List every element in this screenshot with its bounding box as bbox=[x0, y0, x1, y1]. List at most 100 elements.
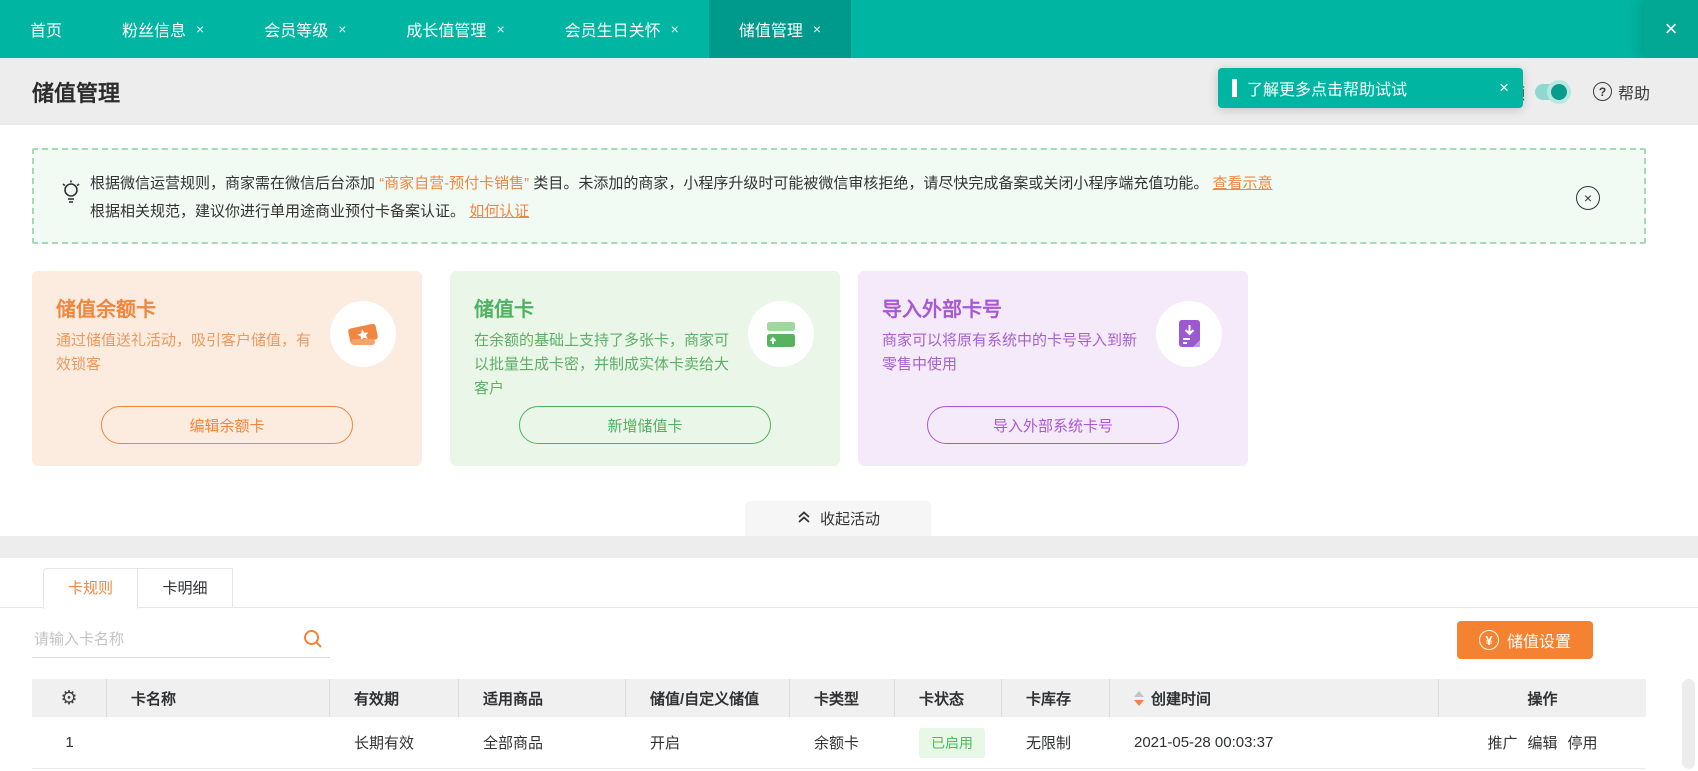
tooltip-close-icon[interactable]: × bbox=[1499, 78, 1509, 98]
table-scrollbar[interactable] bbox=[1682, 679, 1695, 769]
how-to-certify-link[interactable]: 如何认证 bbox=[469, 203, 529, 220]
chevron-double-up-icon bbox=[796, 510, 812, 528]
help-tooltip: 了解更多点击帮助试试 × bbox=[1218, 68, 1523, 108]
col-card-type: 卡类型 bbox=[790, 679, 895, 717]
sort-asc-icon bbox=[1134, 690, 1144, 697]
top-tab-bar: 首页 粉丝信息 × 会员等级 × 成长值管理 × 会员生日关怀 × 储值管理 ×… bbox=[0, 0, 1698, 58]
row-card-status: 已启用 bbox=[895, 717, 1002, 768]
lightbulb-icon bbox=[60, 180, 82, 211]
stored-value-card-panel: 储值卡 在余额的基础上支持了多张卡，商家可以批量生成卡密，并制成实体卡卖给大客户… bbox=[450, 271, 840, 466]
col-card-stock: 卡库存 bbox=[1002, 679, 1110, 717]
help-label: 帮助 bbox=[1617, 85, 1650, 103]
row-card-name bbox=[107, 717, 330, 768]
tab-card-details[interactable]: 卡明细 bbox=[138, 568, 233, 608]
col-created-time: 创建时间 bbox=[1110, 679, 1439, 717]
toggle-knob-icon bbox=[1546, 79, 1571, 104]
window-close-button[interactable]: × bbox=[1644, 0, 1698, 58]
card-title: 导入外部卡号 bbox=[882, 299, 1002, 321]
row-created-time: 2021-05-28 00:03:37 bbox=[1134, 734, 1274, 751]
tab-close-icon[interactable]: × bbox=[338, 21, 346, 37]
promote-action[interactable]: 推广 bbox=[1487, 732, 1517, 753]
nav-tab-label: 会员生日关怀 bbox=[564, 23, 661, 40]
row-validity: 长期有效 bbox=[354, 735, 415, 752]
edit-balance-card-button[interactable]: 编辑余额卡 bbox=[101, 406, 353, 444]
import-file-icon bbox=[1156, 301, 1222, 367]
nav-tab-label: 储值管理 bbox=[738, 23, 803, 40]
search-input[interactable] bbox=[32, 622, 330, 658]
stored-card-icon bbox=[748, 301, 814, 367]
view-example-link[interactable]: 查看示意 bbox=[1213, 175, 1273, 192]
collapse-label: 收起活动 bbox=[819, 511, 880, 528]
import-external-card-panel: 导入外部卡号 商家可以将原有系统中的卡号导入到新零售中使用 导入外部系统卡号 bbox=[858, 271, 1248, 466]
created-time-label: 创建时间 bbox=[1151, 690, 1212, 708]
tooltip-bar-icon bbox=[1232, 79, 1237, 97]
ticket-icon bbox=[330, 301, 396, 367]
notice-line2-pre: 根据相关规范，建议你进行单用途商业预付卡备案认证。 bbox=[90, 203, 466, 220]
import-external-card-button[interactable]: 导入外部系统卡号 bbox=[927, 406, 1179, 444]
collapse-activities-button[interactable]: 收起活动 bbox=[745, 501, 931, 536]
notice-category-highlight: “商家自营-预付卡销售” bbox=[379, 175, 530, 192]
card-description: 在余额的基础上支持了多张卡，商家可以批量生成卡密，并制成实体卡卖给大客户 bbox=[474, 332, 730, 397]
nav-tab-member-level[interactable]: 会员等级 × bbox=[234, 0, 376, 58]
edit-action[interactable]: 编辑 bbox=[1527, 732, 1557, 753]
card-title: 储值余额卡 bbox=[56, 299, 156, 321]
col-applicable-goods: 适用商品 bbox=[459, 679, 626, 717]
nav-tab-home[interactable]: 首页 bbox=[0, 0, 92, 58]
add-stored-card-button[interactable]: 新增储值卡 bbox=[519, 406, 771, 444]
video-toggle[interactable] bbox=[1534, 79, 1571, 104]
card-description: 通过储值送礼活动，吸引客户储值，有效锁客 bbox=[56, 332, 312, 373]
notice-close-icon[interactable]: × bbox=[1576, 186, 1600, 210]
notice-line1-pre: 根据微信运营规则，商家需在微信后台添加 bbox=[90, 175, 376, 192]
col-card-status: 卡状态 bbox=[895, 679, 1002, 717]
tab-close-icon[interactable]: × bbox=[196, 21, 204, 37]
col-stored-value: 储值/自定义储值 bbox=[626, 679, 790, 717]
nav-tab-growth-value[interactable]: 成长值管理 × bbox=[376, 0, 534, 58]
page-title: 储值管理 bbox=[32, 80, 121, 106]
row-applicable-goods: 全部商品 bbox=[483, 735, 544, 752]
table-row: 1 长期有效 全部商品 开启 余额卡 已启用 无限制 2021-05-28 00… bbox=[32, 717, 1646, 769]
tooltip-text: 了解更多点击帮助试试 bbox=[1247, 82, 1408, 99]
tab-close-icon[interactable]: × bbox=[813, 21, 821, 37]
sort-toggle-icon[interactable] bbox=[1134, 690, 1144, 706]
status-badge: 已启用 bbox=[919, 727, 985, 758]
row-card-stock: 无限制 bbox=[1026, 735, 1072, 752]
card-title: 储值卡 bbox=[474, 299, 534, 321]
nav-tab-stored-value[interactable]: 储值管理 × bbox=[708, 0, 852, 58]
row-stored-value: 开启 bbox=[650, 735, 681, 752]
tab-close-icon[interactable]: × bbox=[496, 21, 504, 37]
tab-close-icon[interactable]: × bbox=[671, 21, 679, 37]
nav-tab-label: 粉丝信息 bbox=[122, 23, 187, 40]
nav-tab-label: 首页 bbox=[30, 23, 63, 40]
row-actions: 推广 编辑 停用 bbox=[1439, 717, 1646, 768]
nav-tab-birthday-care[interactable]: 会员生日关怀 × bbox=[535, 0, 709, 58]
notice-line-1: 根据微信运营规则，商家需在微信后台添加 “商家自营-预付卡销售” 类目。未添加的… bbox=[90, 170, 1273, 198]
stored-value-settings-button[interactable]: ¥ 储值设置 bbox=[1457, 621, 1593, 659]
disable-action[interactable]: 停用 bbox=[1568, 732, 1598, 753]
balance-card-panel: 储值余额卡 通过储值送礼活动，吸引客户储值，有效锁客 编辑余额卡 bbox=[32, 271, 422, 466]
col-validity: 有效期 bbox=[330, 679, 459, 717]
sort-desc-icon bbox=[1134, 699, 1144, 706]
settings-button-label: 储值设置 bbox=[1506, 634, 1571, 651]
card-rules-table: ⚙ 卡名称 有效期 适用商品 储值/自定义储值 卡类型 卡状态 卡库存 创建时间… bbox=[32, 679, 1646, 769]
notice-text: 根据微信运营规则，商家需在微信后台添加 “商家自营-预付卡销售” 类目。未添加的… bbox=[90, 170, 1273, 226]
tab-card-rules[interactable]: 卡规则 bbox=[43, 568, 138, 609]
wechat-notice-banner: 根据微信运营规则，商家需在微信后台添加 “商家自营-预付卡销售” 类目。未添加的… bbox=[32, 148, 1646, 244]
panel-tabs: 卡规则 卡明细 bbox=[0, 568, 1698, 609]
search-icon[interactable] bbox=[302, 628, 324, 655]
help-button[interactable]: ? 帮助 bbox=[1592, 80, 1650, 104]
storage-management-page: 首页 粉丝信息 × 会员等级 × 成长值管理 × 会员生日关怀 × 储值管理 ×… bbox=[0, 0, 1698, 771]
nav-tab-label: 会员等级 bbox=[264, 23, 329, 40]
notice-line-2: 根据相关规范，建议你进行单用途商业预付卡备案认证。 如何认证 bbox=[90, 198, 1273, 226]
yen-circle-icon: ¥ bbox=[1478, 630, 1499, 650]
column-settings-gear-icon[interactable]: ⚙ bbox=[60, 687, 77, 710]
nav-tab-label: 成长值管理 bbox=[406, 23, 487, 40]
row-index: 1 bbox=[65, 734, 74, 751]
row-card-type: 余额卡 bbox=[814, 735, 860, 752]
col-card-name: 卡名称 bbox=[107, 679, 330, 717]
question-circle-icon: ? bbox=[1592, 82, 1612, 101]
table-header-row: ⚙ 卡名称 有效期 适用商品 储值/自定义储值 卡类型 卡状态 卡库存 创建时间… bbox=[32, 679, 1646, 717]
nav-tab-fans-info[interactable]: 粉丝信息 × bbox=[92, 0, 234, 58]
col-operation: 操作 bbox=[1527, 690, 1558, 708]
card-description: 商家可以将原有系统中的卡号导入到新零售中使用 bbox=[882, 332, 1138, 373]
card-rules-section: 卡规则 卡明细 ¥ 储值设置 ⚙ 卡名称 有效期 适用商品 储值/自定义储值 卡… bbox=[0, 558, 1698, 771]
